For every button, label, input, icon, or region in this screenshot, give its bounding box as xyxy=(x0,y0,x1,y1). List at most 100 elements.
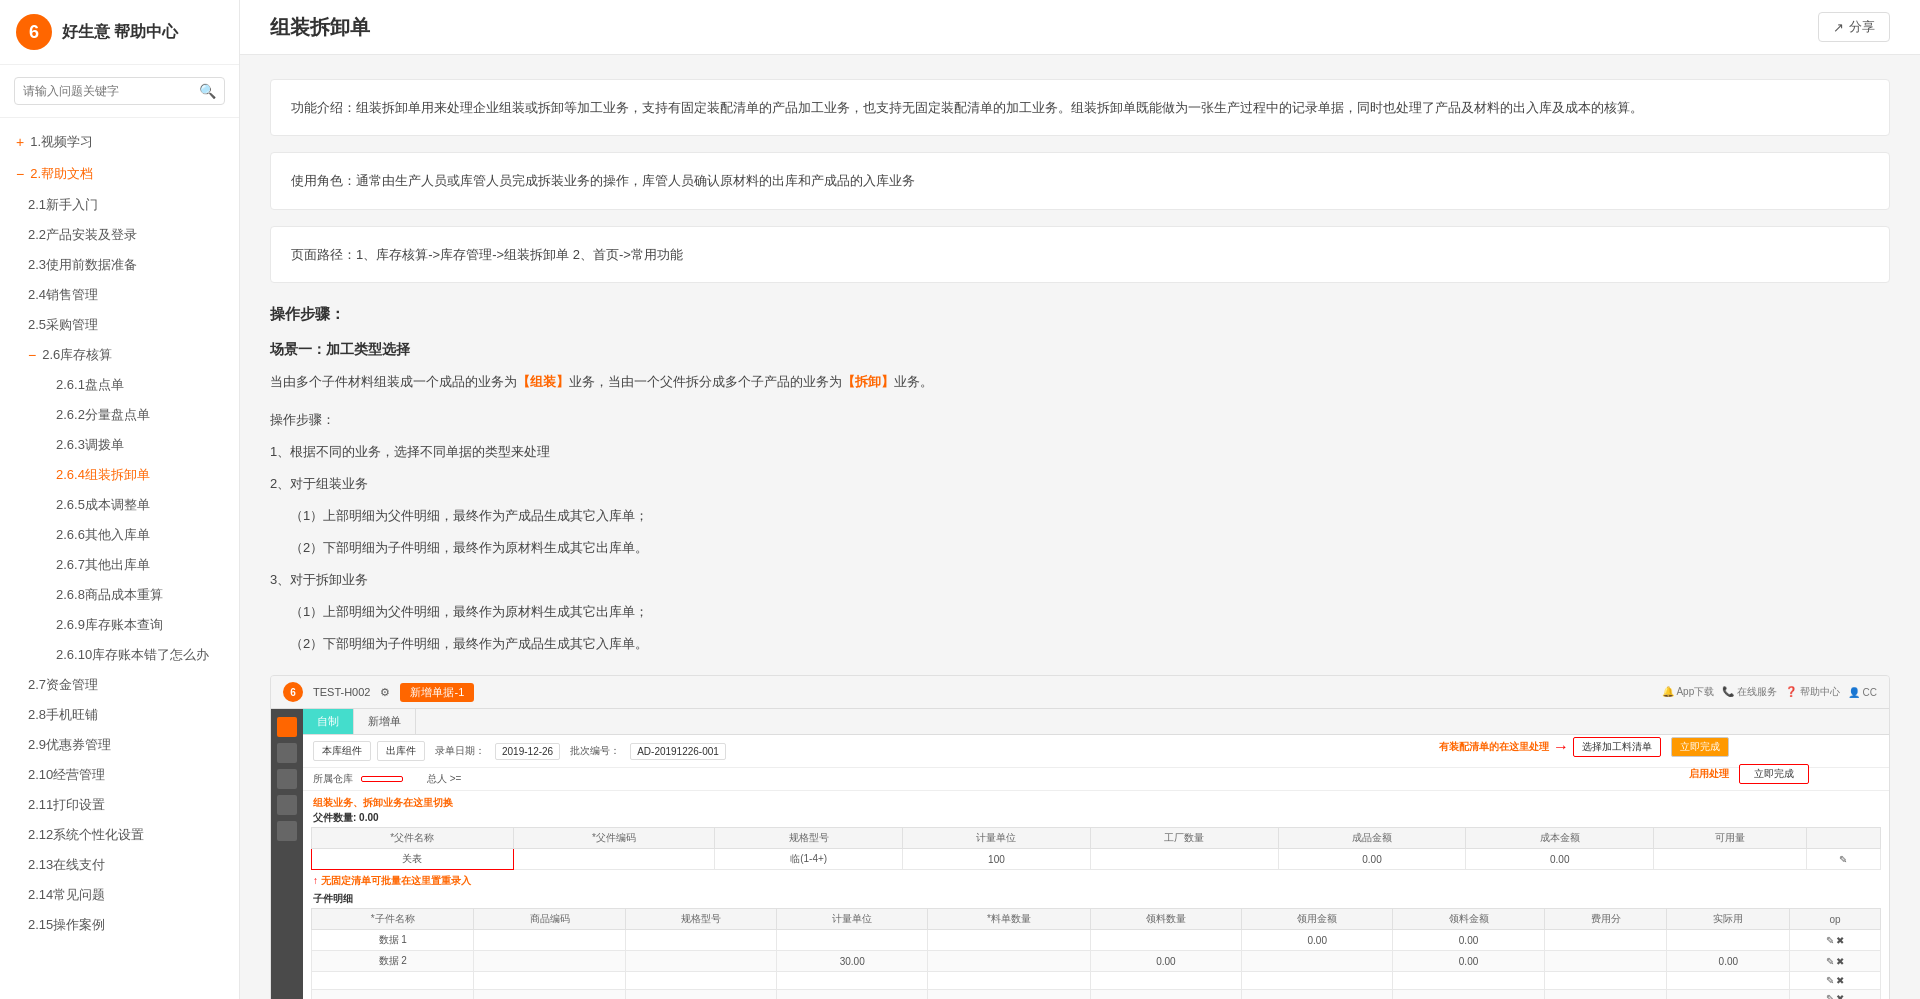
sidebar-item-purchase[interactable]: 2.5采购管理 xyxy=(28,310,239,340)
step2-1: （1）上部明细为父件明细，最终作为产成品生成其它入库单； xyxy=(270,503,1890,529)
app-logo-icon: 6 xyxy=(16,14,52,50)
step3-1: （1）上部明细为父件明细，最终作为原材料生成其它出库单； xyxy=(270,599,1890,625)
app-top-table-label: 父件数量: 0.00 xyxy=(303,807,1889,827)
app-form-date: 2019-12-26 xyxy=(495,743,560,760)
page-path-block: 页面路径：1、库存核算->库存管理->组装拆卸单 2、首页->常用功能 xyxy=(270,226,1890,283)
sidebar-item-onlinepay[interactable]: 2.13在线支付 xyxy=(28,850,239,880)
app-form-batch: AD-20191226-001 xyxy=(630,743,726,760)
top-table-col-prod: 工厂数量 xyxy=(1090,828,1278,849)
app-add-btn[interactable]: 新增单据-1 xyxy=(400,683,474,702)
top-table-row-1: 关表 临(1-4+) 100 0.00 0.00 ✎ xyxy=(312,849,1881,870)
annotation-1-area: 有装配清单的在这里处理 → 选择加工料清单 立即完成 xyxy=(1439,737,1729,757)
top-table-col-unit: 计量单位 xyxy=(903,828,1091,849)
app-tab-self[interactable]: 自制 xyxy=(303,709,354,734)
sidebar-item-stockerror[interactable]: 2.6.10库存账本错了怎么办 xyxy=(56,640,239,670)
app-form-batch-label: 批次编号： xyxy=(570,744,620,758)
sidebar-item-personalize[interactable]: 2.12系统个性化设置 xyxy=(28,820,239,850)
step1: 1、根据不同的业务，选择不同单据的类型来处理 xyxy=(270,439,1890,465)
bt-col-code: 商品编码 xyxy=(474,909,625,930)
app-nav-icon: ⚙ xyxy=(380,686,390,699)
expand-icon: + xyxy=(16,134,24,150)
top-row1-avail xyxy=(1654,849,1806,870)
app-tab-new[interactable]: 新增单 xyxy=(354,709,416,734)
steps-label: 操作步骤： xyxy=(270,407,1890,433)
nav-sub-docs: 2.1新手入门 2.2产品安装及登录 2.3使用前数据准备 2.4销售管理 2.… xyxy=(0,190,239,940)
app-form-date-label: 录单日期： xyxy=(435,744,485,758)
bottom-table-row-3: ✎ ✖ xyxy=(312,972,1881,990)
sidebar-item-operation[interactable]: 2.10经营管理 xyxy=(28,760,239,790)
app-bottom-table-wrapper: *子件名称 商品编码 规格型号 计量单位 *料单数量 领料数量 领用金额 领料金… xyxy=(303,908,1889,999)
sidebar-item-stockquery[interactable]: 2.6.9库存账本查询 xyxy=(56,610,239,640)
inventory-collapse-icon: − xyxy=(28,347,36,363)
sidebar-item-newcomer[interactable]: 2.1新手入门 xyxy=(28,190,239,220)
sidebar-item-stocktake[interactable]: 2.6.1盘点单 xyxy=(56,370,239,400)
annotation-1-text: 有装配清单的在这里处理 xyxy=(1439,740,1549,754)
sidebar-item-assembly[interactable]: 2.6.4组装拆卸单 xyxy=(56,460,239,490)
top-table-col-amount: 成本金额 xyxy=(1466,828,1654,849)
search-box[interactable]: 🔍 xyxy=(14,77,225,105)
sidebar-item-costrecalc[interactable]: 2.6.8商品成本重算 xyxy=(56,580,239,610)
sidebar: 6 好生意 帮助中心 🔍 + 1.视频学习 − 2.帮助文档 2.1新手入门 2… xyxy=(0,0,240,999)
sidebar-item-otherinbound[interactable]: 2.6.6其他入库单 xyxy=(56,520,239,550)
sidebar-item-transfer[interactable]: 2.6.3调拨单 xyxy=(56,430,239,460)
app-form-select-btn[interactable]: 选择加工料清单 xyxy=(1573,737,1661,757)
user-role-block: 使用角色：通常由生产人员或库管人员完成拆装业务的操作，库管人员确认原材料的出库和… xyxy=(270,152,1890,209)
sidebar-item-coupon[interactable]: 2.9优惠券管理 xyxy=(28,730,239,760)
bottom-table-row-1: 数据 10.000.00✎ ✖ xyxy=(312,930,1881,951)
sidebar-item-video[interactable]: + 1.视频学习 xyxy=(0,126,239,158)
bt-col-ops: op xyxy=(1790,909,1881,930)
top-row1-cost: 0.00 xyxy=(1466,849,1654,870)
sidebar-item-docs[interactable]: − 2.帮助文档 xyxy=(0,158,239,190)
sidebar-item-partial[interactable]: 2.6.2分量盘点单 xyxy=(56,400,239,430)
bt-col-spec: 规格型号 xyxy=(625,909,776,930)
step3-2: （2）下部明细为子件明细，最终作为产成品生成其它入库单。 xyxy=(270,631,1890,657)
app-bottom-table-label: 子件明细 xyxy=(303,888,1889,908)
app-logo-text: 好生意 帮助中心 xyxy=(62,22,178,43)
sidebar-item-cases[interactable]: 2.15操作案例 xyxy=(28,910,239,940)
top-row1-amount: 0.00 xyxy=(1278,849,1466,870)
sidebar-item-finance[interactable]: 2.7资金管理 xyxy=(28,670,239,700)
bt-col-actual: 实际用 xyxy=(1667,909,1790,930)
app-enable-btn[interactable]: 立即完成 xyxy=(1739,764,1809,784)
app-wh-input[interactable] xyxy=(361,776,403,782)
app-form-type-tabs: 本库组件 出库件 xyxy=(313,741,425,761)
share-button[interactable]: ↗ 分享 xyxy=(1818,12,1890,42)
sidebar-item-prepare[interactable]: 2.3使用前数据准备 xyxy=(28,250,239,280)
app-sidebar-icon-1 xyxy=(277,717,297,737)
top-row1-op[interactable]: ✎ xyxy=(1806,849,1880,870)
app-address-label: TEST-H002 xyxy=(313,686,370,698)
steps-block: 操作步骤： 场景一：加工类型选择 当由多个子件材料组装成一个成品的业务为【组装】… xyxy=(270,299,1890,657)
sidebar-item-inventory[interactable]: − 2.6库存核算 xyxy=(28,340,239,370)
bt-col-planqty: *料单数量 xyxy=(928,909,1090,930)
search-input[interactable] xyxy=(23,84,199,98)
app-body: 自制 新增单 本库组件 出库件 录单日期： 2019-12-26 批次编号： xyxy=(271,709,1889,999)
search-icon[interactable]: 🔍 xyxy=(199,83,216,99)
sidebar-item-print[interactable]: 2.11打印设置 xyxy=(28,790,239,820)
step3: 3、对于拆卸业务 xyxy=(270,567,1890,593)
app-form-type-tab1[interactable]: 本库组件 xyxy=(313,741,371,761)
app-top-table-wrapper: *父件名称 *父件编码 规格型号 计量单位 工厂数量 成品金额 成本金额 可用量 xyxy=(303,827,1889,874)
app-form-confirm-btn[interactable]: 立即完成 xyxy=(1671,737,1729,757)
annotation-4-text: 无固定清单可批量在这里置重录入 xyxy=(321,875,471,886)
sidebar-item-otheroutbound[interactable]: 2.6.7其他出库单 xyxy=(56,550,239,580)
bt-col-amt2: 领料金额 xyxy=(1393,909,1544,930)
top-table-col-spec: 规格型号 xyxy=(715,828,903,849)
sidebar-item-sales[interactable]: 2.4销售管理 xyxy=(28,280,239,310)
main-content: 组装拆卸单 ↗ 分享 功能介绍：组装拆卸单用来处理企业组装或拆卸等加工业务，支持… xyxy=(240,0,1920,999)
sidebar-item-costadjust[interactable]: 2.6.5成本调整单 xyxy=(56,490,239,520)
page-title: 组装拆卸单 xyxy=(270,14,370,41)
app-form-header: 本库组件 出库件 录单日期： 2019-12-26 批次编号： AD-20191… xyxy=(303,735,1889,768)
app-form-type-tab2[interactable]: 出库件 xyxy=(377,741,425,761)
nav-sub-inventory: 2.6.1盘点单 2.6.2分量盘点单 2.6.3调拨单 2.6.4组装拆卸单 … xyxy=(28,370,239,670)
annotation-3-area: 启用处理 立即完成 xyxy=(1689,764,1809,784)
app-icon-user: 👤 CC xyxy=(1848,687,1877,698)
nav-tree: + 1.视频学习 − 2.帮助文档 2.1新手入门 2.2产品安装及登录 2.3… xyxy=(0,118,239,999)
sidebar-item-install[interactable]: 2.2产品安装及登录 xyxy=(28,220,239,250)
sidebar-item-faq[interactable]: 2.14常见问题 xyxy=(28,880,239,910)
app-icon-bell: 🔔 App下载 xyxy=(1662,685,1714,699)
app-icon-headset: 📞 在线服务 xyxy=(1722,685,1777,699)
scene1-desc: 当由多个子件材料组装成一个成品的业务为【组装】业务，当由一个父件拆分成多个子产品… xyxy=(270,369,1890,395)
sidebar-item-mobile[interactable]: 2.8手机旺铺 xyxy=(28,700,239,730)
bottom-table-row-4: ✎ ✖ xyxy=(312,990,1881,999)
topbar: 组装拆卸单 ↗ 分享 xyxy=(240,0,1920,55)
